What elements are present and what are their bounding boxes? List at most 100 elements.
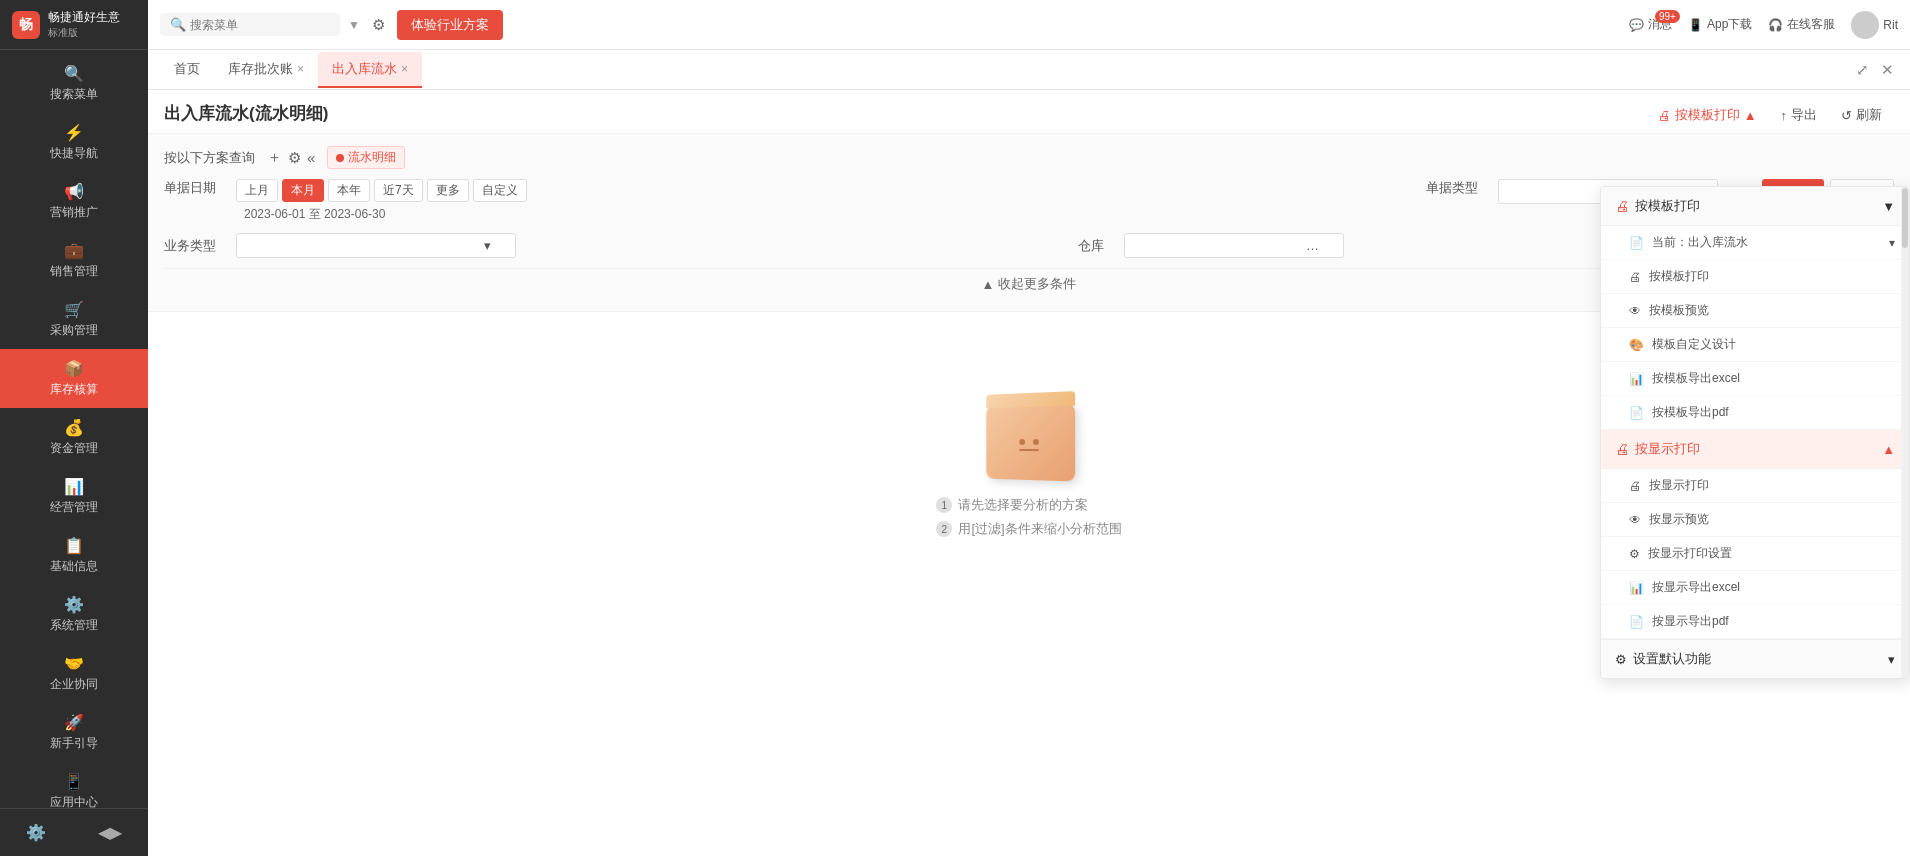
- search-nav-icon: 🔍: [64, 64, 84, 83]
- dp-display-preview-item[interactable]: 👁 按显示预览: [1601, 503, 1909, 537]
- dp-template-print-header[interactable]: 🖨 按模板打印 ▼: [1601, 187, 1909, 226]
- printer-dp-icon: 🖨: [1615, 198, 1629, 214]
- tab-home[interactable]: 首页: [160, 52, 214, 88]
- sidebar-item-system[interactable]: ⚙️ 系统管理: [0, 585, 148, 644]
- filter-settings-btn[interactable]: ⚙: [288, 149, 301, 167]
- sidebar-item-inventory[interactable]: 📦 库存核算: [0, 349, 148, 408]
- dp-template-print-label: 按模板打印: [1635, 197, 1700, 215]
- tag-label: 流水明细: [348, 149, 396, 166]
- dp-display-export-excel-item[interactable]: 📊 按显示导出excel: [1601, 571, 1909, 605]
- biz-type-select[interactable]: ▾: [236, 233, 516, 258]
- date-btn-this-year[interactable]: 本年: [328, 179, 370, 202]
- search-input[interactable]: [190, 18, 320, 32]
- sidebar-item-sales[interactable]: 💼 销售管理: [0, 231, 148, 290]
- tab-in-out-flow-close[interactable]: ×: [401, 62, 408, 76]
- guide-icon: 🚀: [64, 713, 84, 732]
- dp-display-print-icon: 🖨: [1629, 479, 1641, 493]
- empty-illustration: [969, 380, 1089, 480]
- template-print-btn[interactable]: 🖨 按模板打印 ▲: [1650, 102, 1765, 128]
- add-filter-btn[interactable]: ＋: [267, 148, 282, 167]
- topbar-search-box[interactable]: 🔍: [160, 13, 340, 36]
- basic-icon: 📋: [64, 536, 84, 555]
- app-download-btn[interactable]: 📱 App下载: [1688, 16, 1752, 33]
- filter-collapse-btn[interactable]: «: [307, 149, 315, 166]
- quick-nav-icon: ⚡: [64, 123, 84, 142]
- dp-current-arrow[interactable]: ▾: [1889, 236, 1895, 250]
- date-filter-label: 单据日期: [164, 179, 216, 197]
- app-center-icon: 📱: [64, 772, 84, 791]
- sidebar-item-basic[interactable]: 📋 基础信息: [0, 526, 148, 585]
- avatar: [1851, 11, 1879, 39]
- sidebar-item-marketing[interactable]: 📢 营销推广: [0, 172, 148, 231]
- dropdown-scrollbar[interactable]: [1901, 187, 1909, 678]
- dp-display-print-item[interactable]: 🖨 按显示打印: [1601, 469, 1909, 503]
- settings-bottom-icon[interactable]: ⚙️: [22, 819, 50, 846]
- sidebar-item-quick-nav-label: 快捷导航: [50, 145, 98, 162]
- refresh-btn[interactable]: ↺ 刷新: [1833, 102, 1890, 128]
- operations-icon: 📊: [64, 477, 84, 496]
- warehouse-more-btn[interactable]: …: [1306, 238, 1319, 253]
- tab-in-out-flow[interactable]: 出入库流水 ×: [318, 52, 422, 88]
- dp-template-design-item[interactable]: 🎨 模板自定义设计: [1601, 328, 1909, 362]
- trial-button[interactable]: 体验行业方案: [397, 10, 503, 40]
- dp-display-pdf-label: 按显示导出pdf: [1652, 613, 1729, 630]
- dp-template-preview-item[interactable]: 👁 按模板预览: [1601, 294, 1909, 328]
- topbar: 🔍 ▼ ⚙ 体验行业方案 💬 消息 99+ 📱 App下载 🎧 在线客服 Rit: [148, 0, 1910, 50]
- online-service-btn[interactable]: 🎧 在线客服: [1768, 16, 1835, 33]
- hint-num-2: 2: [936, 521, 952, 537]
- date-btn-custom[interactable]: 自定义: [473, 179, 527, 202]
- filter-tag-item[interactable]: 流水明细: [327, 146, 405, 169]
- date-btn-this-month[interactable]: 本月: [282, 179, 324, 202]
- tab-collapse-icon[interactable]: ✕: [1877, 59, 1898, 81]
- dp-template-collapse-icon[interactable]: ▼: [1882, 199, 1895, 214]
- page-inner: 出入库流水(流水明细) 🖨 按模板打印 ▲ ↑ 导出 ↺ 刷新: [148, 90, 1910, 856]
- user-menu[interactable]: Rit: [1851, 11, 1898, 39]
- dp-display-export-pdf-item[interactable]: 📄 按显示导出pdf: [1601, 605, 1909, 639]
- dropdown-arrow-icon[interactable]: ▲: [1744, 108, 1757, 123]
- collapse-sidebar-icon[interactable]: ◀▶: [94, 819, 126, 846]
- dp-set-default-arrow: ▾: [1888, 652, 1895, 667]
- tab-inventory-batch[interactable]: 库存批次账 ×: [214, 52, 318, 88]
- dp-display-excel-label: 按显示导出excel: [1652, 579, 1740, 596]
- sales-icon: 💼: [64, 241, 84, 260]
- date-btn-last-month[interactable]: 上月: [236, 179, 278, 202]
- template-print-label: 按模板打印: [1675, 106, 1740, 124]
- warehouse-select[interactable]: …: [1124, 233, 1344, 258]
- sidebar-item-cooperation[interactable]: 🤝 企业协同: [0, 644, 148, 703]
- dp-display-settings-label: 按显示打印设置: [1648, 545, 1732, 562]
- sidebar-item-guide[interactable]: 🚀 新手引导: [0, 703, 148, 762]
- dp-current-icon: 📄: [1629, 236, 1644, 250]
- date-btn-7days[interactable]: 近7天: [374, 179, 423, 202]
- dp-template-export-excel-label: 按模板导出excel: [1652, 370, 1740, 387]
- message-btn[interactable]: 💬 消息 99+: [1629, 16, 1672, 33]
- sidebar-item-app-center[interactable]: 📱 应用中心: [0, 762, 148, 808]
- dp-display-print-header[interactable]: 🖨 按显示打印 ▲: [1601, 430, 1909, 469]
- dp-display-print-settings-item[interactable]: ⚙ 按显示打印设置: [1601, 537, 1909, 571]
- dp-set-default-label: 设置默认功能: [1633, 650, 1711, 668]
- dp-template-export-excel-item[interactable]: 📊 按模板导出excel: [1601, 362, 1909, 396]
- doc-type-filter-label: 单据类型: [1426, 179, 1478, 197]
- topbar-gear-icon[interactable]: ⚙: [368, 12, 389, 38]
- dp-display-collapse-icon[interactable]: ▲: [1882, 442, 1895, 457]
- sidebar-item-purchase[interactable]: 🛒 采购管理: [0, 290, 148, 349]
- date-btn-more[interactable]: 更多: [427, 179, 469, 202]
- dp-set-default-btn[interactable]: ⚙ 设置默认功能 ▾: [1601, 640, 1909, 678]
- empty-box-graphic: [986, 403, 1075, 481]
- message-icon: 💬: [1629, 18, 1644, 32]
- export-btn[interactable]: ↑ 导出: [1773, 102, 1826, 128]
- tab-expand-icon[interactable]: ⤢: [1852, 59, 1873, 81]
- main-content: 🔍 ▼ ⚙ 体验行业方案 💬 消息 99+ 📱 App下载 🎧 在线客服 Rit: [148, 0, 1910, 856]
- display-print-dp-icon: 🖨: [1615, 441, 1629, 457]
- warehouse-label: 仓库: [1078, 237, 1104, 255]
- scrollbar-thumb: [1902, 188, 1908, 248]
- sidebar-item-sales-label: 销售管理: [50, 263, 98, 280]
- topbar-dropdown-icon[interactable]: ▼: [348, 18, 360, 32]
- sidebar-item-search[interactable]: 🔍 搜索菜单: [0, 54, 148, 113]
- dp-template-export-pdf-item[interactable]: 📄 按模板导出pdf: [1601, 396, 1909, 430]
- sidebar-item-finance[interactable]: 💰 资金管理: [0, 408, 148, 467]
- system-icon: ⚙️: [64, 595, 84, 614]
- dp-template-print-item[interactable]: 🖨 按模板打印: [1601, 260, 1909, 294]
- sidebar-item-operations[interactable]: 📊 经营管理: [0, 467, 148, 526]
- sidebar-item-quick-nav[interactable]: ⚡ 快捷导航: [0, 113, 148, 172]
- tab-inventory-batch-close[interactable]: ×: [297, 62, 304, 76]
